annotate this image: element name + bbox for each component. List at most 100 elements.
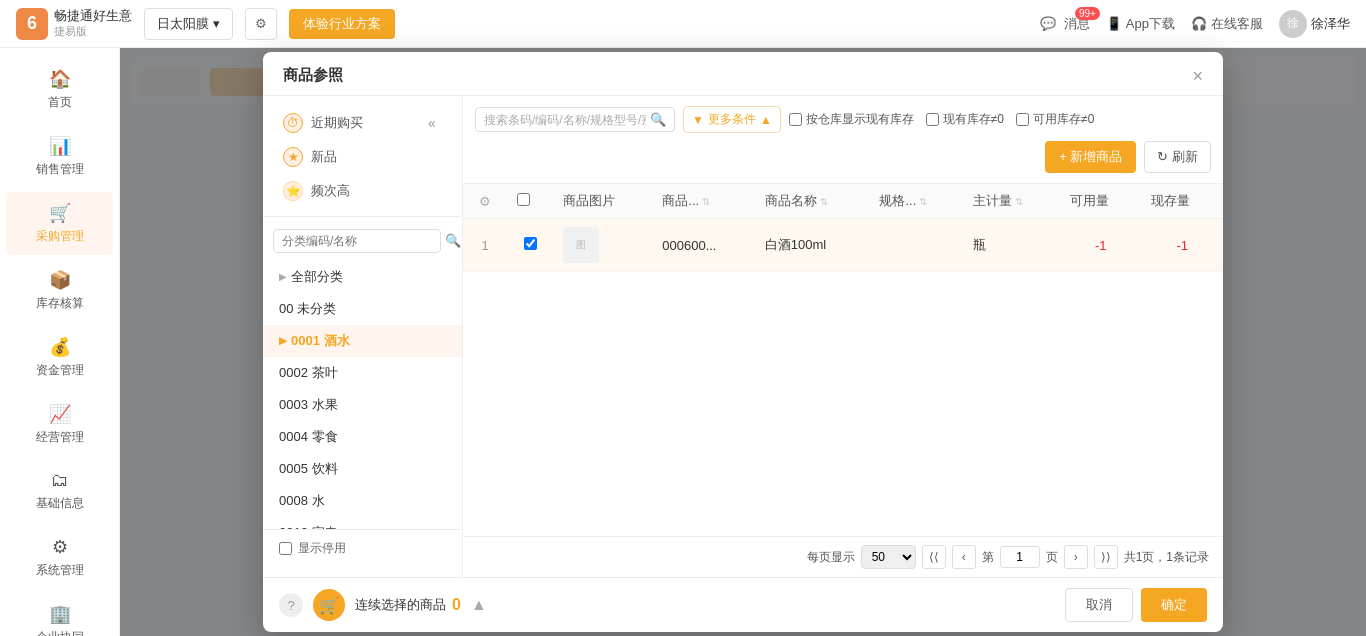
dialog-overlay: 商品参照 × ⏱ 近期购买 « ★ — [120, 48, 1366, 636]
user-area[interactable]: 徐 徐泽华 — [1279, 10, 1350, 38]
select-all-checkbox[interactable] — [517, 193, 530, 206]
product-image: 图 — [563, 227, 599, 263]
table-row[interactable]: 1 图 — [463, 219, 1223, 272]
cat-item-0001[interactable]: ▶ 0001 酒水 — [263, 325, 462, 357]
sidebar-item-purchase[interactable]: 🛒 采购管理 — [6, 192, 113, 255]
sidebar-item-system[interactable]: ⚙ 系统管理 — [6, 526, 113, 589]
by-warehouse-checkbox[interactable] — [789, 113, 802, 126]
row-checkbox[interactable] — [524, 237, 537, 250]
cat-item-0005[interactable]: 0005 饮料 — [263, 453, 462, 485]
sort-code-icon: ⇅ — [702, 196, 710, 207]
check-stock-nonzero[interactable]: 现有库存≠0 — [926, 111, 1004, 128]
sidebar-item-basic[interactable]: 🗂 基础信息 — [6, 460, 113, 522]
add-product-button[interactable]: + 新增商品 — [1045, 141, 1136, 173]
sidebar-item-sales[interactable]: 📊 销售管理 — [6, 125, 113, 188]
sidebar-label-home: 首页 — [48, 94, 72, 111]
cat-item-0004[interactable]: 0004 零食 — [263, 421, 462, 453]
row-img-cell: 图 — [553, 219, 652, 272]
search-icon[interactable]: 🔍 — [650, 112, 666, 127]
stock-nonzero-checkbox[interactable] — [926, 113, 939, 126]
prev-page-button[interactable]: ‹ — [952, 545, 976, 569]
available-nonzero-checkbox[interactable] — [1016, 113, 1029, 126]
cat-item-0002[interactable]: 0002 茶叶 — [263, 357, 462, 389]
cancel-button[interactable]: 取消 — [1065, 588, 1133, 622]
cat-label-all: 全部分类 — [291, 268, 343, 286]
refresh-button[interactable]: ↻ 刷新 — [1144, 141, 1211, 173]
cat-item-0008[interactable]: 0008 水 — [263, 485, 462, 517]
message-badge-wrap[interactable]: 💬 99+ 消息 — [1040, 15, 1090, 33]
cart-button[interactable]: 🛒 — [313, 589, 345, 621]
col-name[interactable]: 商品名称 ⇅ — [755, 184, 870, 219]
col-available: 可用量 — [1060, 184, 1142, 219]
cat-item-all[interactable]: ▶ 全部分类 — [263, 261, 462, 293]
exp-button[interactable]: 体验行业方案 — [289, 9, 395, 39]
quick-item-new[interactable]: ★ 新品 — [273, 140, 452, 174]
first-page-button[interactable]: ⟨⟨ — [922, 545, 946, 569]
dialog-header: 商品参照 × — [263, 52, 1223, 96]
sidebar-label-sales: 销售管理 — [36, 161, 84, 178]
col-unit[interactable]: 主计量 ⇅ — [963, 184, 1060, 219]
online-service[interactable]: 🎧 在线客服 — [1191, 15, 1263, 33]
row-available: -1 — [1060, 219, 1142, 272]
sidebar-label-inventory: 库存核算 — [36, 295, 84, 312]
operation-icon: 📈 — [49, 403, 71, 425]
page-number-input[interactable] — [1000, 546, 1040, 568]
col-settings[interactable]: ⚙ — [463, 184, 507, 219]
phone-icon: 📱 — [1106, 16, 1122, 31]
dialog-footer: ? 🛒 连续选择的商品 0 ▲ 取消 确定 — [263, 577, 1223, 632]
quick-item-recent[interactable]: ⏱ 近期购买 « — [273, 106, 452, 140]
selected-count: 0 — [452, 596, 461, 614]
img-placeholder: 图 — [576, 238, 586, 252]
cat-item-0003[interactable]: 0003 水果 — [263, 389, 462, 421]
page-text: 第 — [982, 549, 994, 566]
cat-search-input[interactable] — [273, 229, 441, 253]
topbar: 6 畅捷通好生意 捷易版 日太阳膜 ▾ ⚙ 体验行业方案 💬 99+ 消息 📱 … — [0, 0, 1366, 48]
store-selector[interactable]: 日太阳膜 ▾ — [144, 8, 233, 40]
row-num: 1 — [463, 219, 507, 272]
table-body: 1 图 — [463, 219, 1223, 272]
page-size-label: 每页显示 — [807, 549, 855, 566]
filter-icon: ▼ — [692, 113, 704, 127]
total-info: 共1页，1条记录 — [1124, 549, 1209, 566]
help-button[interactable]: ? — [279, 593, 303, 617]
footer-collapse-icon[interactable]: ▲ — [471, 596, 487, 614]
settings-button[interactable]: ⚙ — [245, 8, 277, 40]
divider1 — [263, 216, 462, 217]
check-by-warehouse[interactable]: 按仓库显示现有库存 — [789, 111, 914, 128]
col-spec[interactable]: 规格... ⇅ — [869, 184, 963, 219]
available-nonzero-label: 可用库存≠0 — [1033, 111, 1094, 128]
selected-label: 连续选择的商品 — [355, 596, 446, 614]
cat-search-icon[interactable]: 🔍 — [445, 233, 461, 248]
cat-item-0010[interactable]: 0010 家电 — [263, 517, 462, 529]
row-checkbox-cell[interactable] — [507, 219, 553, 272]
cat-item-00[interactable]: 00 未分类 — [263, 293, 462, 325]
cat-search-row: 🔍 — [263, 225, 462, 257]
sidebar-item-finance[interactable]: 💰 资金管理 — [6, 326, 113, 389]
more-filter-button[interactable]: ▼ 更多条件 ▲ — [683, 106, 781, 133]
sidebar-label-system: 系统管理 — [36, 562, 84, 579]
confirm-button[interactable]: 确定 — [1141, 588, 1207, 622]
show-disabled-checkbox[interactable] — [279, 542, 292, 555]
product-search-input[interactable] — [484, 113, 646, 127]
col-code[interactable]: 商品... ⇅ — [652, 184, 755, 219]
dialog-close-button[interactable]: × — [1192, 67, 1203, 85]
row-name: 白酒100ml — [755, 219, 870, 272]
quick-item-freq[interactable]: ⭐ 频次高 — [273, 174, 452, 208]
sidebar-label-basic: 基础信息 — [36, 495, 84, 512]
sidebar-item-home[interactable]: 🏠 首页 — [6, 58, 113, 121]
main-layout: 🏠 首页 📊 销售管理 🛒 采购管理 📦 库存核算 💰 资金管理 📈 经营管理 … — [0, 48, 1366, 636]
home-icon: 🏠 — [49, 68, 71, 90]
next-page-button[interactable]: › — [1064, 545, 1088, 569]
show-disabled-label: 显示停用 — [298, 540, 346, 557]
last-page-button[interactable]: ⟩⟩ — [1094, 545, 1118, 569]
sidebar-item-enterprise[interactable]: 🏢 企业协同 — [6, 593, 113, 636]
page-size-select[interactable]: 50 10 20 100 — [861, 545, 916, 569]
app-download[interactable]: 📱 App下载 — [1106, 15, 1175, 33]
sidebar-item-operation[interactable]: 📈 经营管理 — [6, 393, 113, 456]
check-available-nonzero[interactable]: 可用库存≠0 — [1016, 111, 1094, 128]
selected-info: 连续选择的商品 0 — [355, 596, 461, 614]
sidebar-item-inventory[interactable]: 📦 库存核算 — [6, 259, 113, 322]
collapse-icon[interactable]: « — [422, 113, 442, 133]
show-disabled-row[interactable]: 显示停用 — [263, 529, 462, 567]
cat-arrow-0001: ▶ — [279, 335, 287, 346]
